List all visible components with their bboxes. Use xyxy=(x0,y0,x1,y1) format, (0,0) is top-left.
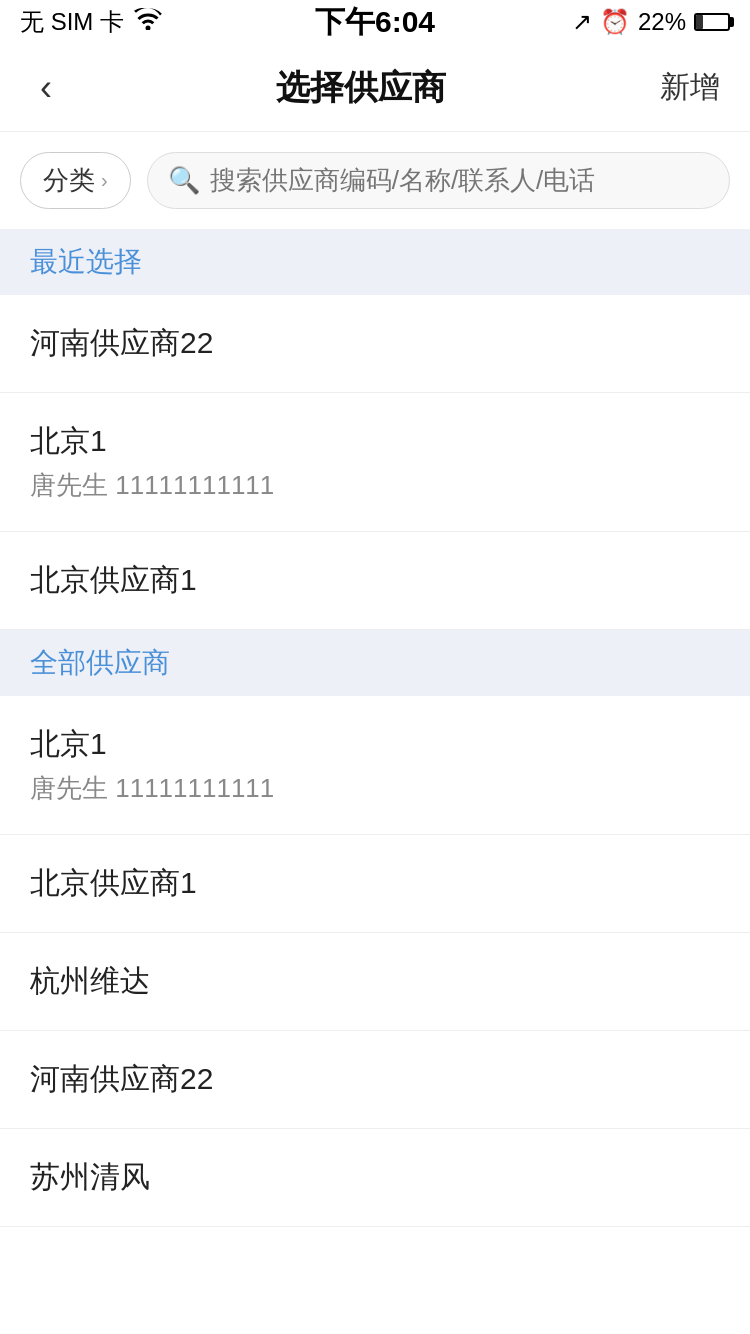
item-name: 杭州维达 xyxy=(30,961,720,1002)
status-bar-right: ↗ ⏰ 22% xyxy=(572,8,730,36)
item-name: 北京1 xyxy=(30,724,720,765)
battery-label: 22% xyxy=(638,8,686,36)
back-button[interactable]: ‹ xyxy=(30,57,62,119)
all-list-item[interactable]: 河南供应商22 xyxy=(0,1031,750,1129)
chevron-right-icon: › xyxy=(101,169,108,192)
filter-bar: 分类 › 🔍 xyxy=(0,132,750,229)
search-input[interactable] xyxy=(210,165,709,196)
all-section-label: 全部供应商 xyxy=(30,647,170,678)
no-sim-label: 无 SIM 卡 xyxy=(20,6,124,38)
recent-list-item[interactable]: 北京1 唐先生 11111111111 xyxy=(0,393,750,532)
item-name: 河南供应商22 xyxy=(30,1059,720,1100)
recent-list-item[interactable]: 北京供应商1 xyxy=(0,532,750,630)
location-icon: ↗ xyxy=(572,8,592,36)
wifi-icon xyxy=(134,8,162,36)
recent-section-header: 最近选择 xyxy=(0,229,750,295)
search-icon: 🔍 xyxy=(168,165,200,196)
all-list-item[interactable]: 杭州维达 xyxy=(0,933,750,1031)
all-list-item[interactable]: 北京1 唐先生 11111111111 xyxy=(0,696,750,835)
item-sub: 唐先生 11111111111 xyxy=(30,468,720,503)
recent-section-label: 最近选择 xyxy=(30,246,142,277)
all-section-header: 全部供应商 xyxy=(0,630,750,696)
page-title: 选择供应商 xyxy=(276,65,446,111)
item-name: 北京供应商1 xyxy=(30,560,720,601)
nav-bar: ‹ 选择供应商 新增 xyxy=(0,44,750,132)
category-filter[interactable]: 分类 › xyxy=(20,152,131,209)
battery-icon xyxy=(694,13,730,31)
item-name: 北京1 xyxy=(30,421,720,462)
status-bar-time: 下午6:04 xyxy=(315,2,435,43)
alarm-icon: ⏰ xyxy=(600,8,630,36)
item-sub: 唐先生 11111111111 xyxy=(30,771,720,806)
all-items-list: 北京1 唐先生 11111111111 北京供应商1 杭州维达河南供应商22 苏州清风 xyxy=(0,696,750,1227)
add-button[interactable]: 新增 xyxy=(660,67,720,108)
all-list-item[interactable]: 苏州清风 xyxy=(0,1129,750,1227)
category-label: 分类 xyxy=(43,163,95,198)
item-name: 河南供应商22 xyxy=(30,323,720,364)
status-bar: 无 SIM 卡 下午6:04 ↗ ⏰ 22% xyxy=(0,0,750,44)
recent-items-list: 河南供应商22 北京1 唐先生 11111111111 北京供应商1 xyxy=(0,295,750,630)
item-name: 苏州清风 xyxy=(30,1157,720,1198)
recent-list-item[interactable]: 河南供应商22 xyxy=(0,295,750,393)
status-bar-left: 无 SIM 卡 xyxy=(20,6,162,38)
search-bar[interactable]: 🔍 xyxy=(147,152,730,209)
item-name: 北京供应商1 xyxy=(30,863,720,904)
all-list-item[interactable]: 北京供应商1 xyxy=(0,835,750,933)
